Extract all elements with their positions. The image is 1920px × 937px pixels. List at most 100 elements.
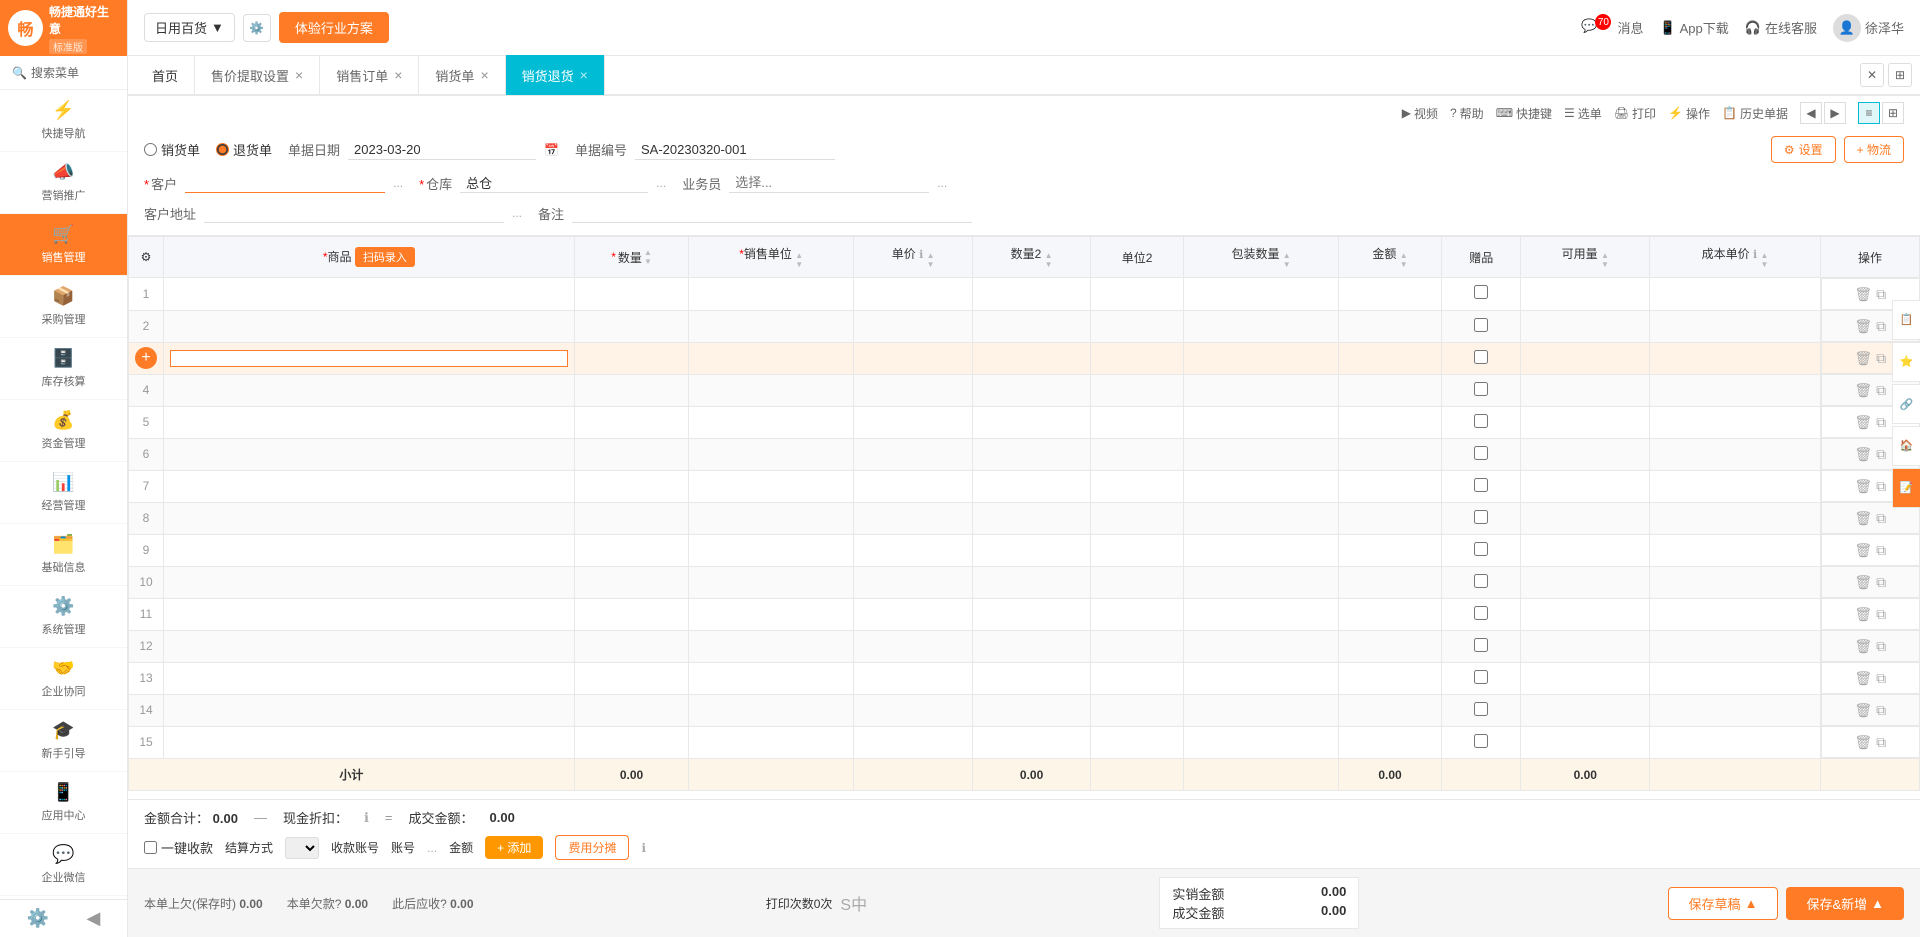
delete-row-icon[interactable]: 🗑 bbox=[1854, 414, 1872, 431]
product-cell[interactable] bbox=[164, 438, 575, 470]
sale-unit-cell[interactable] bbox=[689, 566, 854, 598]
available-cell[interactable] bbox=[1521, 726, 1650, 759]
qty-cell[interactable] bbox=[574, 502, 689, 534]
note-input[interactable] bbox=[572, 203, 972, 223]
close-sale-order-tab[interactable]: × bbox=[394, 67, 402, 83]
unit-price-cell[interactable] bbox=[853, 406, 972, 438]
delete-row-icon[interactable]: 🗑 bbox=[1854, 382, 1872, 399]
prev-doc-button[interactable]: ◀ bbox=[1800, 102, 1822, 124]
qty2-cell[interactable] bbox=[973, 598, 1091, 630]
unit-price-cell[interactable] bbox=[853, 726, 972, 759]
amount-cell[interactable] bbox=[1338, 630, 1441, 662]
sale-unit-cell[interactable] bbox=[689, 502, 854, 534]
sale-unit-cell[interactable] bbox=[689, 310, 854, 342]
gift-cell[interactable] bbox=[1442, 470, 1521, 502]
gift-cell[interactable] bbox=[1442, 374, 1521, 406]
toolbar-shortcut[interactable]: ⌨ 快捷键 bbox=[1496, 105, 1552, 122]
online-service-link[interactable]: 🎧 在线客服 bbox=[1745, 18, 1817, 37]
delete-row-icon[interactable]: 🗑 bbox=[1854, 446, 1872, 463]
qty-cell[interactable] bbox=[574, 598, 689, 630]
available-cell[interactable] bbox=[1521, 342, 1650, 374]
available-cell[interactable] bbox=[1521, 374, 1650, 406]
qty2-cell[interactable] bbox=[973, 630, 1091, 662]
customer-input[interactable] bbox=[185, 173, 385, 193]
float-btn-4[interactable]: 🏠 bbox=[1892, 426, 1920, 466]
cost-price-cell[interactable] bbox=[1650, 630, 1821, 662]
industry-selector[interactable]: 日用百货 ▼ bbox=[144, 13, 235, 42]
unit-price-cell[interactable] bbox=[853, 278, 972, 311]
sale-unit-cell[interactable] bbox=[689, 726, 854, 759]
settings-icon[interactable]: ⚙️ bbox=[27, 908, 49, 929]
qty-cell[interactable] bbox=[574, 374, 689, 406]
copy-row-icon[interactable]: ⧉ bbox=[1876, 478, 1886, 495]
cost-price-cell[interactable] bbox=[1650, 726, 1821, 759]
qty2-cell[interactable] bbox=[973, 726, 1091, 759]
sidebar-item-wechat[interactable]: 💬 企业微信 bbox=[0, 834, 127, 896]
pack-qty-cell[interactable] bbox=[1184, 438, 1339, 470]
unit2-cell[interactable] bbox=[1090, 310, 1183, 342]
customer-select-btn[interactable]: ... bbox=[393, 176, 403, 190]
maximize-button[interactable]: ⊞ bbox=[1888, 63, 1912, 87]
sale-unit-cell[interactable] bbox=[689, 406, 854, 438]
toolbar-history[interactable]: 📋 历史单据 bbox=[1722, 105, 1788, 122]
sidebar-item-sales[interactable]: 🛒 销售管理 bbox=[0, 214, 127, 276]
unit2-cell[interactable] bbox=[1090, 406, 1183, 438]
sidebar-item-purchase[interactable]: 📦 采购管理 bbox=[0, 276, 127, 338]
cost-price-cell[interactable] bbox=[1650, 598, 1821, 630]
close-sale-price-tab[interactable]: × bbox=[295, 67, 303, 83]
amount-cell[interactable] bbox=[1338, 534, 1441, 566]
copy-row-icon[interactable]: ⧉ bbox=[1876, 510, 1886, 527]
copy-row-icon[interactable]: ⧉ bbox=[1876, 318, 1886, 335]
float-btn-2[interactable]: ⭐ bbox=[1892, 342, 1920, 382]
copy-row-icon[interactable]: ⧉ bbox=[1876, 574, 1886, 591]
amount-cell[interactable] bbox=[1338, 470, 1441, 502]
delete-row-icon[interactable]: 🗑 bbox=[1854, 318, 1872, 335]
product-cell[interactable] bbox=[164, 374, 575, 406]
available-cell[interactable] bbox=[1521, 694, 1650, 726]
unit-price-cell[interactable] bbox=[853, 310, 972, 342]
copy-row-icon[interactable]: ⧉ bbox=[1876, 606, 1886, 623]
unit2-cell[interactable] bbox=[1090, 342, 1183, 374]
pack-qty-cell[interactable] bbox=[1184, 342, 1339, 374]
copy-row-icon[interactable]: ⧉ bbox=[1876, 734, 1886, 751]
sidebar-item-finance[interactable]: 💰 资金管理 bbox=[0, 400, 127, 462]
unit-price-cell[interactable] bbox=[853, 470, 972, 502]
staff-input[interactable] bbox=[729, 173, 929, 193]
collapse-icon[interactable]: ◀ bbox=[86, 908, 100, 929]
amount-cell[interactable] bbox=[1338, 342, 1441, 374]
qty2-cell[interactable] bbox=[973, 566, 1091, 598]
available-cell[interactable] bbox=[1521, 470, 1650, 502]
address-select-btn[interactable]: ... bbox=[512, 206, 522, 220]
close-tab-button[interactable]: ✕ bbox=[1860, 63, 1884, 87]
grid-view-button[interactable]: ⊞ bbox=[1882, 102, 1904, 124]
product-cell[interactable] bbox=[164, 726, 575, 759]
account-dots[interactable]: ... bbox=[427, 841, 437, 855]
unit-price-cell[interactable] bbox=[853, 438, 972, 470]
app-download-link[interactable]: 📱 App下载 bbox=[1659, 18, 1728, 37]
cost-price-cell[interactable] bbox=[1650, 566, 1821, 598]
warehouse-input[interactable] bbox=[460, 173, 648, 193]
product-cell[interactable] bbox=[164, 630, 575, 662]
qty-cell[interactable] bbox=[574, 278, 689, 311]
gift-cell[interactable] bbox=[1442, 342, 1521, 374]
sidebar-item-inventory[interactable]: 🗄️ 库存核算 bbox=[0, 338, 127, 400]
qty-cell[interactable] bbox=[574, 726, 689, 759]
gift-cell[interactable] bbox=[1442, 694, 1521, 726]
delete-row-icon[interactable]: 🗑 bbox=[1854, 702, 1872, 719]
sale-unit-cell[interactable] bbox=[689, 342, 854, 374]
gift-cell[interactable] bbox=[1442, 630, 1521, 662]
tab-sale-order[interactable]: 销售订单 × bbox=[320, 55, 419, 95]
one-click-pay-check[interactable]: 一键收款 bbox=[144, 838, 213, 857]
amount-cell[interactable] bbox=[1338, 406, 1441, 438]
amount-cell[interactable] bbox=[1338, 438, 1441, 470]
copy-row-icon[interactable]: ⧉ bbox=[1876, 446, 1886, 463]
qty-cell[interactable] bbox=[574, 310, 689, 342]
delete-row-icon[interactable]: 🗑 bbox=[1854, 510, 1872, 527]
gift-cell[interactable] bbox=[1442, 502, 1521, 534]
sale-unit-cell[interactable] bbox=[689, 534, 854, 566]
sidebar-item-operations[interactable]: 📊 经营管理 bbox=[0, 462, 127, 524]
unit2-cell[interactable] bbox=[1090, 374, 1183, 406]
delete-row-icon[interactable]: 🗑 bbox=[1854, 542, 1872, 559]
unit-price-cell[interactable] bbox=[853, 534, 972, 566]
product-cell[interactable] bbox=[164, 310, 575, 342]
